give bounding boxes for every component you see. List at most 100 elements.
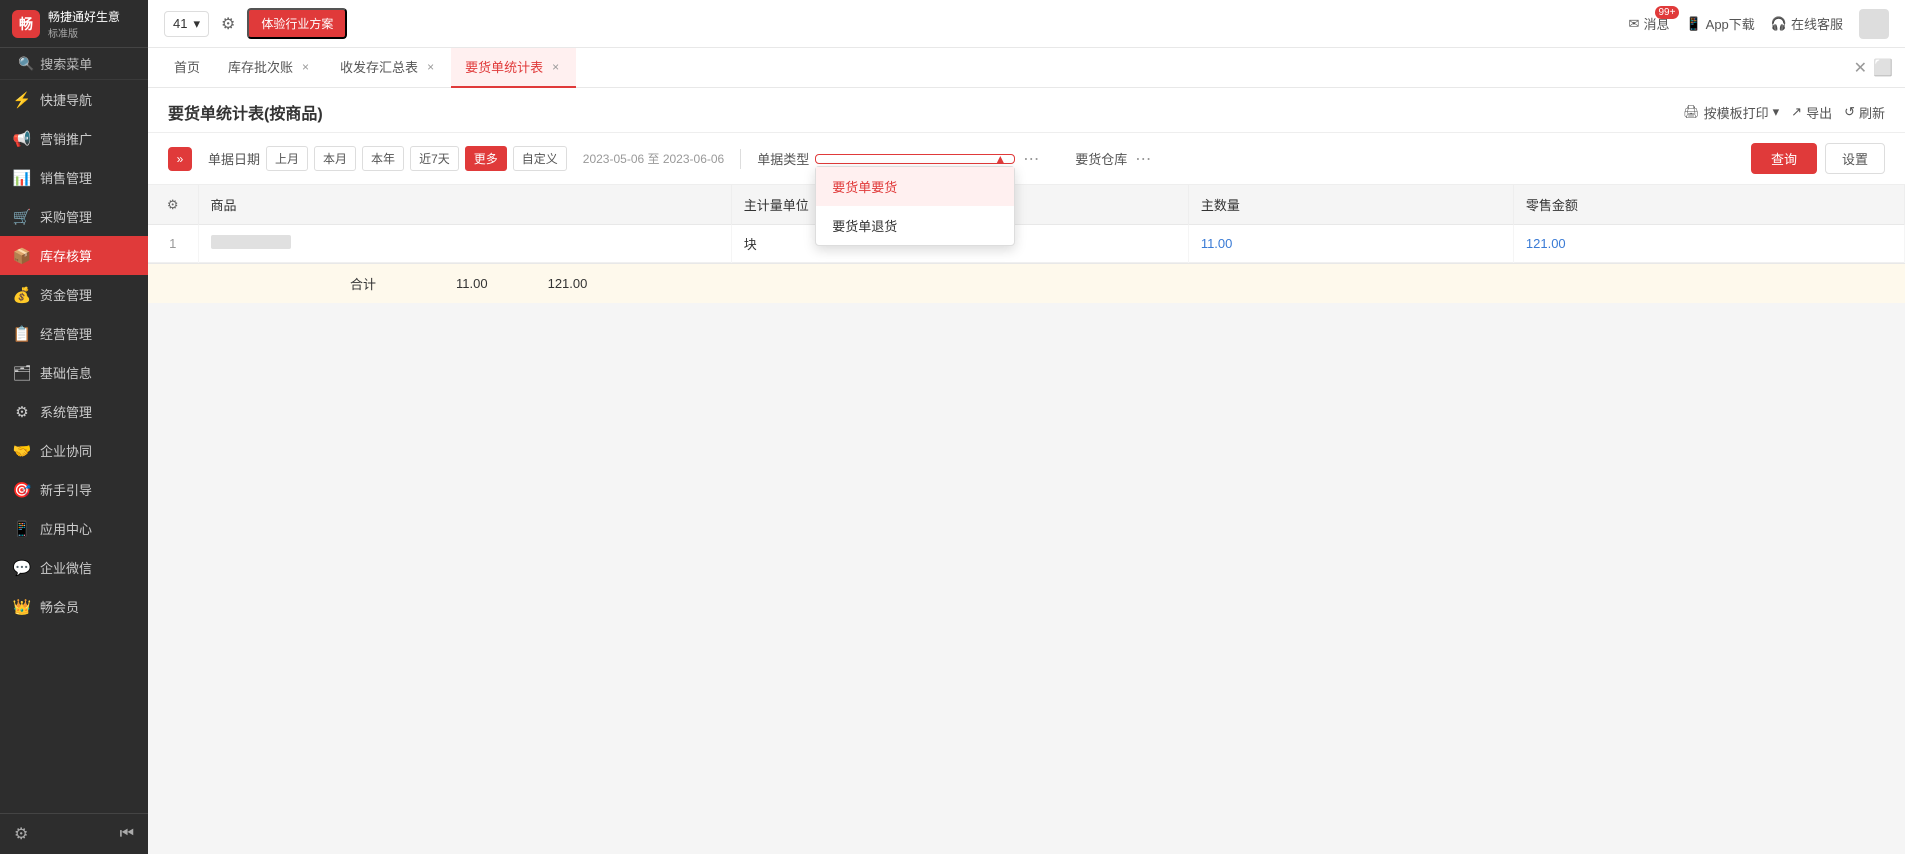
tab-order-summary-label: 要货单统计表 — [465, 57, 543, 76]
tab-maximize-icon[interactable]: ⬜ — [1873, 58, 1893, 78]
th-settings[interactable]: ⚙ — [148, 185, 198, 225]
sidebar-item-label: 库存核算 — [40, 246, 92, 265]
sidebar-item-operations[interactable]: 📋 经营管理 — [0, 314, 148, 353]
date-btn-last-7days[interactable]: 近7天 — [410, 146, 459, 171]
sidebar-item-system[interactable]: ⚙ 系统管理 — [0, 392, 148, 431]
sidebar-item-sales[interactable]: 📊 销售管理 — [0, 158, 148, 197]
sidebar-item-cooperation[interactable]: 🤝 企业协同 — [0, 431, 148, 470]
sidebar-item-app-center[interactable]: 📱 应用中心 — [0, 509, 148, 548]
sidebar-item-wechat[interactable]: 💬 企业微信 — [0, 548, 148, 587]
warehouse-filter-group: 要货仓库 ⋯ — [1075, 149, 1151, 169]
sidebar-item-finance[interactable]: 💰 资金管理 — [0, 275, 148, 314]
message-icon: ✉ — [1629, 16, 1640, 32]
tab-bar-actions: ✕ ⬜ — [1854, 58, 1893, 78]
page-title: 要货单统计表(按商品) — [168, 100, 323, 124]
tab-home-label: 首页 — [174, 57, 200, 76]
settings-icon: ⚙ — [167, 197, 179, 212]
finance-icon: 💰 — [12, 286, 32, 304]
sidebar-item-label: 采购管理 — [40, 207, 92, 226]
cell-quantity: 11.00 — [1188, 225, 1513, 263]
app-logo-text: 畅捷通好生意 标准版 — [48, 8, 120, 40]
app-logo-icon: 畅 — [12, 10, 40, 38]
filter-expand-button[interactable]: » — [168, 147, 192, 171]
sidebar-item-base-info[interactable]: 🗂 基础信息 — [0, 353, 148, 392]
print-chevron-icon: ▾ — [1773, 104, 1780, 120]
sidebar-logo: 畅 畅捷通好生意 标准版 — [0, 0, 148, 48]
base-info-icon: 🗂 — [12, 364, 32, 382]
tab-close-all-icon[interactable]: ✕ — [1854, 58, 1867, 78]
tab-batch-account[interactable]: 库存批次账 × — [214, 48, 326, 88]
topbar-settings-icon[interactable]: ⚙ — [221, 14, 235, 34]
sidebar-search[interactable]: 🔍 搜索菜单 — [0, 48, 148, 80]
data-table: ⚙ 商品 主计量单位 主数量 零售金额 1 — [148, 185, 1905, 263]
tab-order-summary-close[interactable]: × — [549, 59, 562, 75]
refresh-button[interactable]: ↺ 刷新 — [1844, 103, 1885, 122]
message-button[interactable]: ✉ 消息 99+ — [1629, 14, 1670, 33]
sidebar-item-quick-nav[interactable]: ⚡ 快捷导航 — [0, 80, 148, 119]
sidebar: 畅 畅捷通好生意 标准版 🔍 搜索菜单 ⚡ 快捷导航 📢 营销推广 📊 销售管理… — [0, 0, 148, 854]
sidebar-item-purchase[interactable]: 🛒 采购管理 — [0, 197, 148, 236]
sidebar-item-marketing[interactable]: 📢 营销推广 — [0, 119, 148, 158]
print-button[interactable]: 🖨 按模板打印 ▾ — [1683, 103, 1779, 122]
app-download-button[interactable]: 📱 App下载 — [1685, 14, 1754, 33]
tab-collect-summary[interactable]: 收发存汇总表 × — [326, 48, 451, 88]
user-avatar[interactable] — [1859, 9, 1889, 39]
type-select-trigger[interactable]: ▲ — [815, 154, 1015, 164]
tab-collect-summary-label: 收发存汇总表 — [340, 57, 418, 76]
wechat-icon: 💬 — [12, 559, 32, 577]
topbar-right: ✉ 消息 99+ 📱 App下载 🎧 在线客服 — [1629, 9, 1889, 39]
sidebar-item-label: 快捷导航 — [40, 90, 92, 109]
quick-nav-icon: ⚡ — [12, 91, 32, 109]
tab-batch-account-label: 库存批次账 — [228, 57, 293, 76]
table-body: 1 块 11.00 121.00 — [148, 225, 1905, 263]
tab-order-summary[interactable]: 要货单统计表 × — [451, 48, 576, 88]
cell-no: 1 — [148, 225, 198, 263]
tab-batch-account-close[interactable]: × — [299, 59, 312, 75]
query-button[interactable]: 查询 — [1751, 143, 1817, 174]
export-button[interactable]: ↗ 导出 — [1791, 103, 1832, 122]
filter-bar: » 单据日期 上月 本月 本年 近7天 更多 自定义 2023-05-06 至 … — [148, 133, 1905, 185]
sidebar-item-label: 基础信息 — [40, 363, 92, 382]
cell-product — [198, 225, 731, 263]
sidebar-collapse-button[interactable]: ⏮ — [120, 825, 134, 843]
type-select-container: ▲ 要货单要货 要货单退货 — [815, 154, 1015, 164]
dropdown-option-order[interactable]: 要货单要货 — [816, 167, 1014, 206]
date-btn-custom[interactable]: 自定义 — [513, 146, 567, 171]
operations-icon: 📋 — [12, 325, 32, 343]
sidebar-search-label: 搜索菜单 — [40, 54, 92, 73]
sidebar-item-label: 经营管理 — [40, 324, 92, 343]
settings-button[interactable]: 设置 — [1825, 143, 1885, 174]
sidebar-item-vip[interactable]: 👑 畅会员 — [0, 587, 148, 626]
warehouse-more-icon[interactable]: ⋯ — [1135, 149, 1151, 169]
content-area: 要货单统计表(按商品) 🖨 按模板打印 ▾ ↗ 导出 ↺ 刷新 — [148, 88, 1905, 854]
date-btn-this-month[interactable]: 本月 — [314, 146, 356, 171]
sidebar-item-label: 畅会员 — [40, 597, 79, 616]
dropdown-option-return[interactable]: 要货单退货 — [816, 206, 1014, 245]
date-btn-last-month[interactable]: 上月 — [266, 146, 308, 171]
date-btn-this-year[interactable]: 本年 — [362, 146, 404, 171]
chevron-up-icon: ▲ — [994, 152, 1006, 166]
guide-icon: 🎯 — [12, 481, 32, 499]
th-quantity: 主数量 — [1188, 185, 1513, 225]
sidebar-item-inventory[interactable]: 📦 库存核算 — [0, 236, 148, 275]
tab-collect-summary-close[interactable]: × — [424, 59, 437, 75]
sidebar-item-label: 企业协同 — [40, 441, 92, 460]
filter-more-icon[interactable]: ⋯ — [1023, 149, 1039, 169]
date-range-text: 2023-05-06 至 2023-06-06 — [583, 150, 724, 167]
page-header: 要货单统计表(按商品) 🖨 按模板打印 ▾ ↗ 导出 ↺ 刷新 — [148, 88, 1905, 133]
product-placeholder-bar — [211, 235, 291, 249]
system-icon: ⚙ — [12, 403, 32, 421]
company-selector[interactable]: 41 ▾ — [164, 11, 209, 37]
online-service-button[interactable]: 🎧 在线客服 — [1771, 14, 1843, 33]
promo-button[interactable]: 体验行业方案 — [247, 8, 347, 39]
company-number: 41 — [173, 16, 187, 31]
footer-total-label: 合计 — [350, 274, 376, 293]
tab-home[interactable]: 首页 — [160, 48, 214, 88]
sidebar-nav: ⚡ 快捷导航 📢 营销推广 📊 销售管理 🛒 采购管理 📦 库存核算 💰 资金管… — [0, 80, 148, 813]
sidebar-settings-button[interactable]: ⚙ — [14, 824, 28, 844]
sidebar-item-guide[interactable]: 🎯 新手引导 — [0, 470, 148, 509]
topbar: 41 ▾ ⚙ 体验行业方案 ✉ 消息 99+ 📱 App下载 🎧 在线客服 — [148, 0, 1905, 48]
sidebar-item-label: 资金管理 — [40, 285, 92, 304]
date-btn-more[interactable]: 更多 — [465, 146, 507, 171]
sidebar-footer: ⚙ ⏮ — [0, 813, 148, 854]
